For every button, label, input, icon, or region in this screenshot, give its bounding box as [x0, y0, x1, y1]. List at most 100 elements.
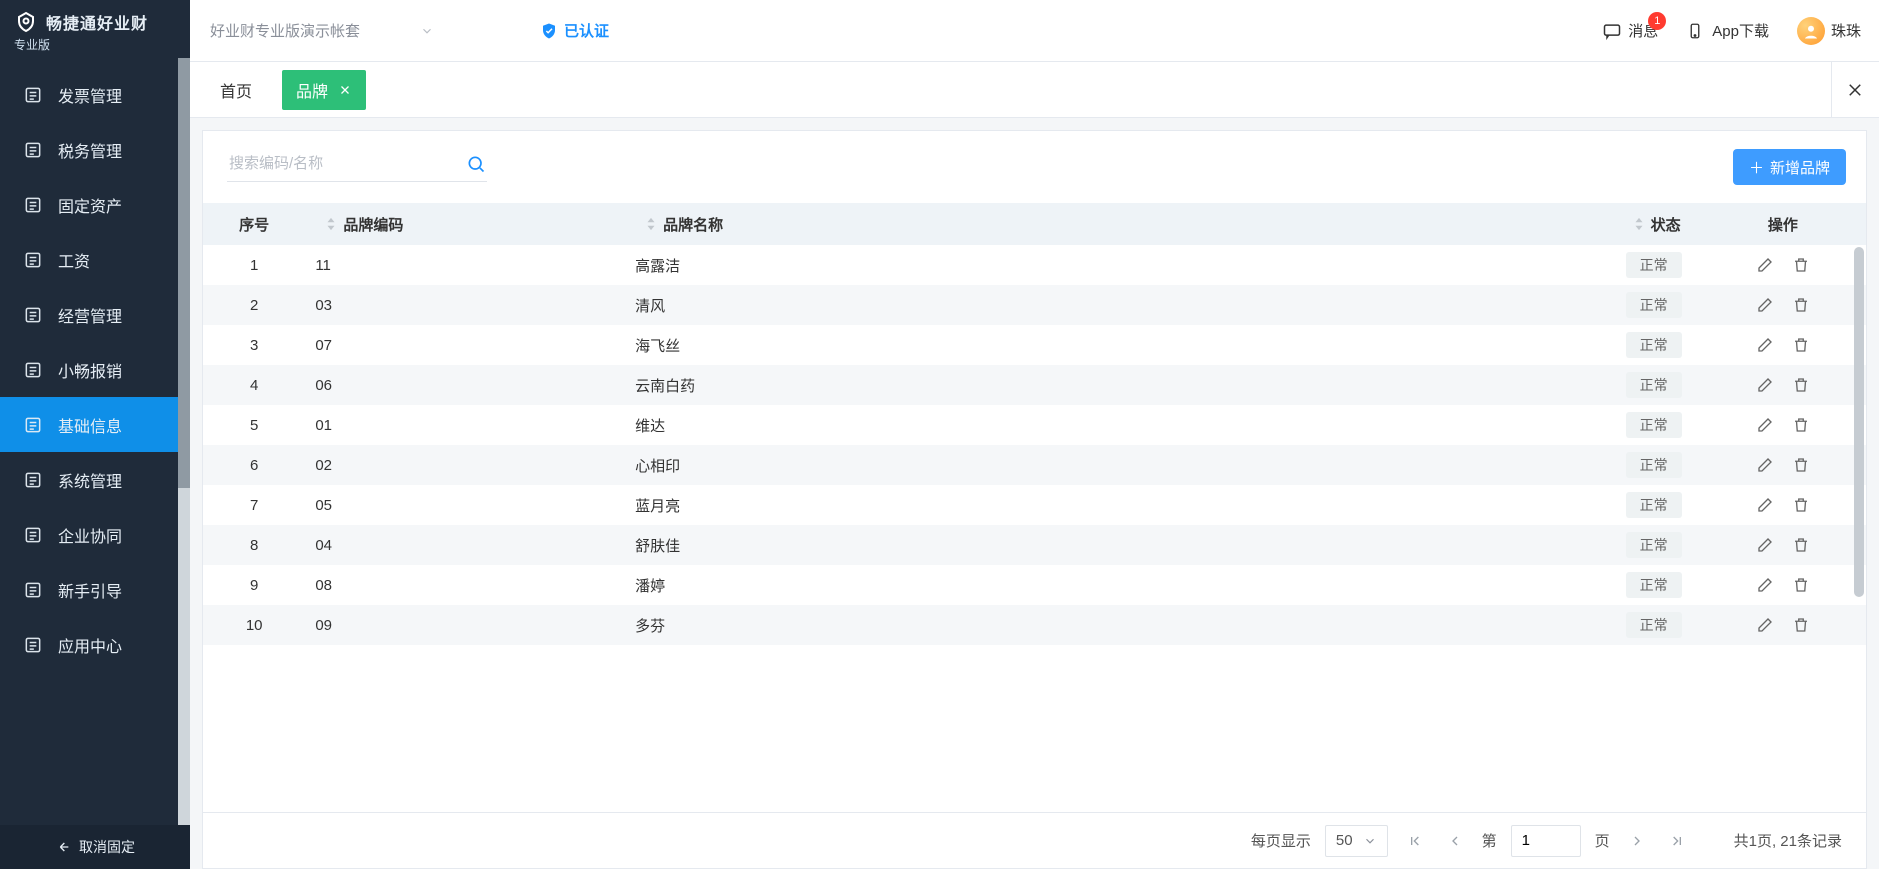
status-badge: 正常 — [1626, 292, 1682, 318]
cell-seq: 7 — [203, 485, 305, 525]
status-badge: 正常 — [1626, 372, 1682, 398]
sidebar-item-0[interactable]: 发票管理 — [0, 67, 190, 122]
table-row: 1 11 高露洁 正常 — [203, 245, 1866, 285]
content: ＋ 新增品牌 序号 — [190, 118, 1879, 869]
tab-active[interactable]: 品牌 — [282, 70, 366, 110]
th-status: 状态 — [1651, 214, 1681, 235]
edit-icon[interactable] — [1756, 296, 1774, 314]
sidebar-item-2[interactable]: 固定资产 — [0, 177, 190, 232]
cell-name: 清风 — [625, 285, 1290, 325]
delete-icon[interactable] — [1792, 416, 1810, 434]
per-page-select[interactable]: 50 — [1325, 825, 1388, 857]
sidebar-unpin[interactable]: 取消固定 — [0, 825, 190, 869]
page-input[interactable] — [1511, 825, 1581, 857]
cell-code: 01 — [305, 405, 625, 445]
delete-icon[interactable] — [1792, 256, 1810, 274]
edit-icon[interactable] — [1756, 336, 1774, 354]
cell-ops — [1700, 565, 1866, 605]
sidebar-item-7[interactable]: 系统管理 — [0, 452, 190, 507]
system-icon — [22, 469, 44, 491]
app-root: 畅捷通好业财 专业版 发票管理 税务管理 固定资产 工资 经营管理 小畅报销 基… — [0, 0, 1879, 869]
delete-icon[interactable] — [1792, 376, 1810, 394]
close-all-tabs-button[interactable] — [1843, 78, 1867, 102]
delete-icon[interactable] — [1792, 616, 1810, 634]
table-row: 9 08 潘婷 正常 — [203, 565, 1866, 605]
edit-icon[interactable] — [1756, 376, 1774, 394]
cell-status: 正常 — [1290, 525, 1699, 565]
sidebar-item-1[interactable]: 税务管理 — [0, 122, 190, 177]
sidebar-item-10[interactable]: 应用中心 — [0, 617, 190, 672]
sidebar-scrollbar[interactable] — [178, 58, 190, 825]
table-row: 5 01 维达 正常 — [203, 405, 1866, 445]
sort-icon[interactable] — [1633, 216, 1645, 232]
search-icon[interactable] — [465, 153, 487, 175]
edit-icon[interactable] — [1756, 256, 1774, 274]
delete-icon[interactable] — [1792, 536, 1810, 554]
sidebar-item-label: 小畅报销 — [58, 358, 122, 382]
sidebar-item-label: 企业协同 — [58, 523, 122, 547]
sidebar-item-label: 新手引导 — [58, 578, 122, 602]
brand-logo-icon — [14, 10, 38, 34]
delete-icon[interactable] — [1792, 336, 1810, 354]
phone-icon — [1686, 21, 1706, 41]
sidebar-item-9[interactable]: 新手引导 — [0, 562, 190, 617]
page-last-button[interactable] — [1664, 828, 1690, 854]
delete-icon[interactable] — [1792, 296, 1810, 314]
cell-ops — [1700, 525, 1866, 565]
edit-icon[interactable] — [1756, 576, 1774, 594]
edit-icon[interactable] — [1756, 416, 1774, 434]
add-brand-button[interactable]: ＋ 新增品牌 — [1733, 149, 1846, 185]
sidebar-scrollbar-thumb[interactable] — [178, 58, 190, 488]
app-download-button[interactable]: App下载 — [1686, 20, 1769, 41]
main: 好业财专业版演示帐套 已认证 消息 1 — [190, 0, 1879, 869]
sidebar-item-4[interactable]: 经营管理 — [0, 287, 190, 342]
sidebar-item-label: 税务管理 — [58, 138, 122, 162]
close-icon[interactable] — [338, 83, 352, 97]
edit-icon[interactable] — [1756, 536, 1774, 554]
sidebar-item-5[interactable]: 小畅报销 — [0, 342, 190, 397]
page-first-button[interactable] — [1402, 828, 1428, 854]
cell-name: 潘婷 — [625, 565, 1290, 605]
cell-seq: 10 — [203, 605, 305, 645]
delete-icon[interactable] — [1792, 456, 1810, 474]
edit-icon[interactable] — [1756, 496, 1774, 514]
panel: ＋ 新增品牌 序号 — [202, 130, 1867, 869]
delete-icon[interactable] — [1792, 576, 1810, 594]
messages-button[interactable]: 消息 1 — [1602, 20, 1658, 41]
status-badge: 正常 — [1626, 492, 1682, 518]
cell-name: 心相印 — [625, 445, 1290, 485]
edit-icon[interactable] — [1756, 456, 1774, 474]
edit-icon[interactable] — [1756, 616, 1774, 634]
sidebar-item-label: 发票管理 — [58, 83, 122, 107]
brand-table: 序号 品牌编码 品牌名称 状态 操作 — [203, 203, 1866, 645]
page-prev-button[interactable] — [1442, 828, 1468, 854]
chevron-down-icon — [1363, 834, 1377, 848]
cell-seq: 8 — [203, 525, 305, 565]
cell-ops — [1700, 405, 1866, 445]
cell-seq: 1 — [203, 245, 305, 285]
sidebar-scroll: 发票管理 税务管理 固定资产 工资 经营管理 小畅报销 基础信息 系统管理 企业… — [0, 63, 190, 825]
tenant-select[interactable]: 好业财专业版演示帐套 — [210, 20, 510, 41]
table-scrollbar[interactable] — [1854, 247, 1864, 812]
sort-icon[interactable] — [325, 216, 337, 232]
sidebar-item-8[interactable]: 企业协同 — [0, 507, 190, 562]
user-menu[interactable]: 珠珠 — [1797, 17, 1861, 45]
search-input[interactable] — [227, 154, 457, 173]
page-next-button[interactable] — [1624, 828, 1650, 854]
tab-home[interactable]: 首页 — [210, 78, 262, 102]
table-row: 8 04 舒肤佳 正常 — [203, 525, 1866, 565]
delete-icon[interactable] — [1792, 496, 1810, 514]
cell-name: 蓝月亮 — [625, 485, 1290, 525]
cell-status: 正常 — [1290, 565, 1699, 605]
cell-status: 正常 — [1290, 325, 1699, 365]
asset-icon — [22, 194, 44, 216]
sidebar-item-6[interactable]: 基础信息 — [0, 397, 190, 452]
sort-icon[interactable] — [645, 216, 657, 232]
cell-ops — [1700, 485, 1866, 525]
table-scrollbar-thumb[interactable] — [1854, 247, 1864, 597]
sidebar-item-3[interactable]: 工资 — [0, 232, 190, 287]
topbar: 好业财专业版演示帐套 已认证 消息 1 — [190, 0, 1879, 62]
apps-icon — [22, 634, 44, 656]
cell-status: 正常 — [1290, 445, 1699, 485]
cell-code: 02 — [305, 445, 625, 485]
